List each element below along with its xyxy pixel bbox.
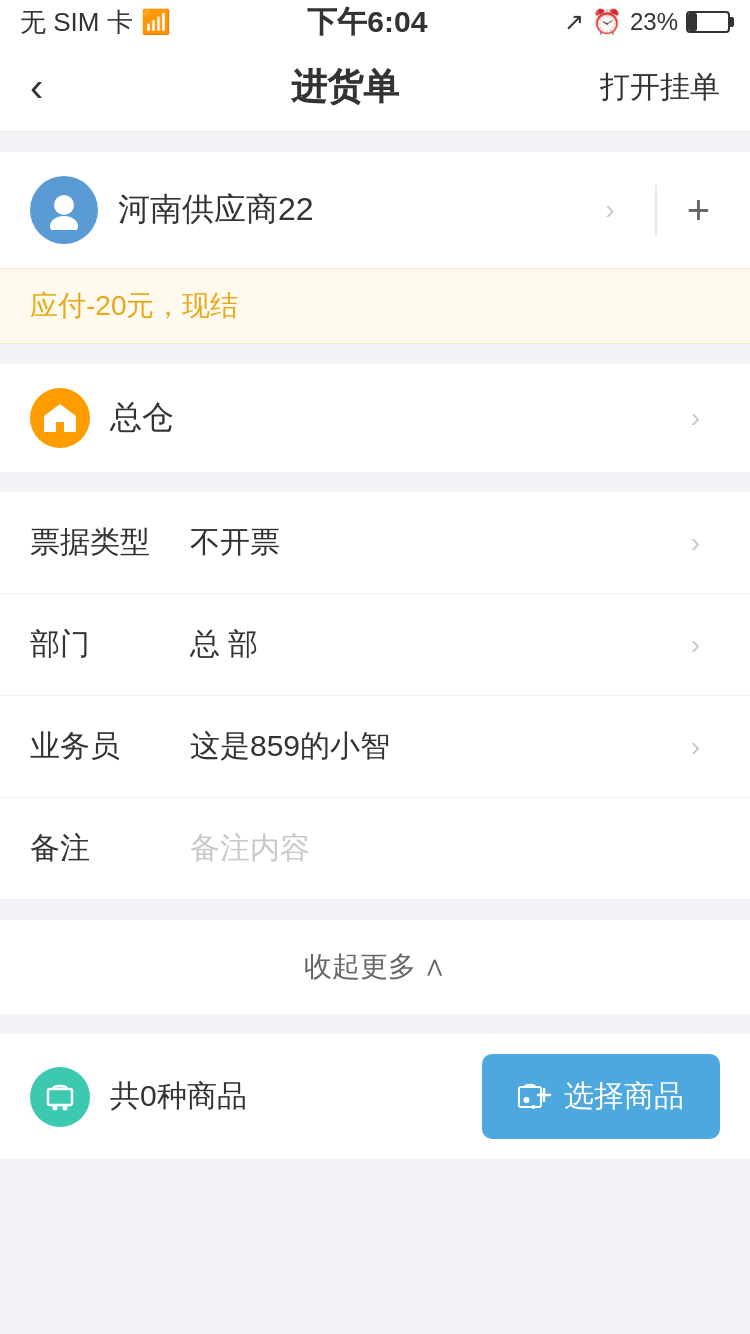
remark-input[interactable]: 备注内容 [160, 828, 720, 869]
invoice-type-label: 票据类型 [30, 522, 160, 563]
house-icon [42, 400, 78, 436]
svg-point-6 [524, 1097, 530, 1103]
department-row[interactable]: 部门 总 部 › [0, 594, 750, 696]
background-filler [0, 1159, 750, 1334]
supplier-chevron-icon: › [605, 194, 614, 226]
battery-percentage: 23% [630, 8, 678, 36]
user-icon [44, 190, 84, 230]
cart-icon [42, 1079, 78, 1115]
warehouse-icon [30, 388, 90, 448]
svg-point-3 [53, 1105, 58, 1110]
section-gap-1 [0, 132, 750, 152]
product-count-label: 共0种商品 [110, 1076, 482, 1117]
salesperson-label: 业务员 [30, 726, 160, 767]
location-icon: ↗ [564, 8, 584, 36]
info-banner: 应付-20元，现结 [0, 268, 750, 344]
supplier-row[interactable]: 河南供应商22 › + [0, 152, 750, 268]
svg-point-7 [532, 1105, 536, 1109]
warehouse-name: 总仓 [110, 396, 691, 440]
alarm-icon: ⏰ [592, 8, 622, 36]
department-label: 部门 [30, 624, 160, 665]
collapse-row[interactable]: 收起更多 ∧ [0, 919, 750, 1014]
remark-label: 备注 [30, 828, 160, 869]
invoice-type-value: 不开票 [160, 522, 691, 563]
back-button[interactable]: ‹ [30, 65, 90, 110]
salesperson-value: 这是859的小智 [160, 726, 691, 767]
open-pending-button[interactable]: 打开挂单 [600, 67, 720, 108]
status-bar: 无 SIM 卡 📶 下午6:04 ↗ ⏰ 23% [0, 0, 750, 44]
status-right: ↗ ⏰ 23% [564, 8, 730, 36]
invoice-type-chevron-icon: › [691, 527, 700, 559]
collapse-label: 收起更多 ∧ [304, 951, 447, 982]
form-section: 票据类型 不开票 › 部门 总 部 › 业务员 这是859的小智 › 备注 备注… [0, 492, 750, 899]
warehouse-chevron-icon: › [691, 402, 700, 434]
invoice-type-row[interactable]: 票据类型 不开票 › [0, 492, 750, 594]
svg-point-4 [63, 1105, 68, 1110]
supplier-divider [655, 185, 657, 235]
svg-point-1 [50, 216, 78, 230]
bottom-bar: 共0种商品 选择商品 [0, 1034, 750, 1159]
select-product-label: 选择商品 [564, 1076, 684, 1117]
supplier-avatar [30, 176, 98, 244]
svg-point-0 [54, 195, 74, 215]
page-title: 进货单 [291, 63, 399, 112]
svg-rect-5 [519, 1087, 541, 1107]
salesperson-chevron-icon: › [691, 731, 700, 763]
supplier-name: 河南供应商22 [118, 188, 605, 232]
remark-row[interactable]: 备注 备注内容 [0, 798, 750, 899]
salesperson-row[interactable]: 业务员 这是859的小智 › [0, 696, 750, 798]
product-cart-icon [30, 1067, 90, 1127]
battery-icon [686, 11, 730, 33]
svg-rect-2 [48, 1089, 72, 1105]
status-time: 下午6:04 [307, 2, 427, 43]
department-value: 总 部 [160, 624, 691, 665]
warehouse-card: 总仓 › [0, 364, 750, 472]
wifi-icon: 📶 [141, 8, 171, 36]
status-left: 无 SIM 卡 📶 [20, 5, 171, 40]
add-supplier-button[interactable]: + [677, 188, 720, 233]
supplier-card: 河南供应商22 › + 应付-20元，现结 [0, 152, 750, 344]
warehouse-row[interactable]: 总仓 › [0, 364, 750, 472]
nav-bar: ‹ 进货单 打开挂单 [0, 44, 750, 132]
select-product-icon [518, 1083, 552, 1111]
select-product-button[interactable]: 选择商品 [482, 1054, 720, 1139]
carrier-label: 无 SIM 卡 [20, 5, 133, 40]
department-chevron-icon: › [691, 629, 700, 661]
